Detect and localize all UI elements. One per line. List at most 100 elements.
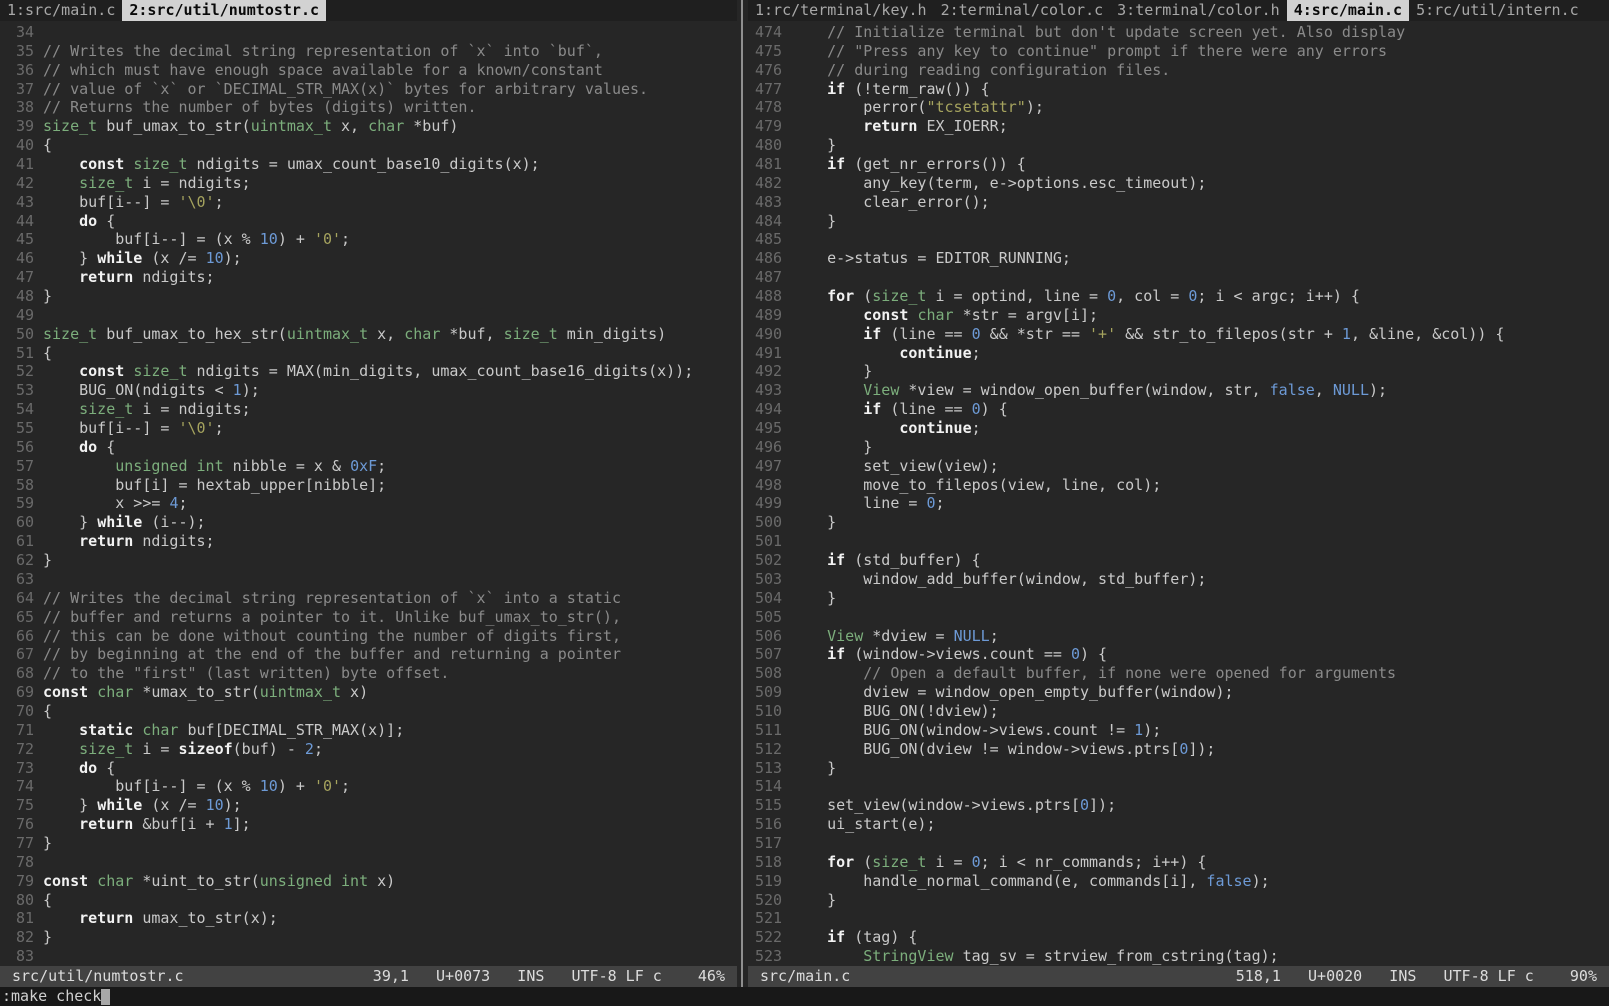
code-line[interactable]: 71 static char buf[DECIMAL_STR_MAX(x)]; [0,721,737,740]
code-line[interactable]: 45 buf[i--] = (x % 10) + '0'; [0,230,737,249]
code-line[interactable]: 498 move_to_filepos(view, line, col); [748,476,1609,495]
code-line[interactable]: 486 e->status = EDITOR_RUNNING; [748,249,1609,268]
code-line[interactable]: 513 } [748,759,1609,778]
code-line[interactable]: 81 return umax_to_str(x); [0,909,737,928]
code-line[interactable]: 488 for (size_t i = optind, line = 0, co… [748,287,1609,306]
code-line[interactable]: 523 StringView tag_sv = strview_from_cst… [748,947,1609,966]
code-line[interactable]: 507 if (window->views.count == 0) { [748,645,1609,664]
code-line[interactable]: 38// Returns the number of bytes (digits… [0,98,737,117]
left-editor-pane[interactable]: 3435// Writes the decimal string represe… [0,21,737,966]
code-line[interactable]: 511 BUG_ON(window->views.count != 1); [748,721,1609,740]
code-line[interactable]: 494 if (line == 0) { [748,400,1609,419]
code-line[interactable]: 474 // Initialize terminal but don't upd… [748,23,1609,42]
code-line[interactable]: 475 // "Press any key to continue" promp… [748,42,1609,61]
code-line[interactable]: 62} [0,551,737,570]
code-line[interactable]: 476 // during reading configuration file… [748,61,1609,80]
code-line[interactable]: 491 continue; [748,344,1609,363]
code-line[interactable]: 40{ [0,136,737,155]
code-line[interactable]: 74 buf[i--] = (x % 10) + '0'; [0,777,737,796]
code-line[interactable]: 53 BUG_ON(ndigits < 1); [0,381,737,400]
code-line[interactable]: 503 window_add_buffer(window, std_buffer… [748,570,1609,589]
code-line[interactable]: 504 } [748,589,1609,608]
code-line[interactable]: 59 x >>= 4; [0,494,737,513]
code-line[interactable]: 79const char *uint_to_str(unsigned int x… [0,872,737,891]
editor-tab-active[interactable]: 4:src/main.c [1287,0,1409,21]
code-line[interactable]: 65// buffer and returns a pointer to it.… [0,608,737,627]
code-line[interactable]: 501 [748,532,1609,551]
editor-tab[interactable]: 1:src/main.c [0,0,122,21]
code-line[interactable]: 64// Writes the decimal string represent… [0,589,737,608]
code-line[interactable]: 490 if (line == 0 && *str == '+' && str_… [748,325,1609,344]
code-line[interactable]: 69const char *umax_to_str(uintmax_t x) [0,683,737,702]
code-line[interactable]: 54 size_t i = ndigits; [0,400,737,419]
editor-tab[interactable]: 2:terminal/color.c [934,0,1111,21]
code-line[interactable]: 514 [748,777,1609,796]
code-line[interactable]: 39size_t buf_umax_to_str(uintmax_t x, ch… [0,117,737,136]
code-line[interactable]: 518 for (size_t i = 0; i < nr_commands; … [748,853,1609,872]
code-line[interactable]: 505 [748,608,1609,627]
editor-tab[interactable]: 1:rc/terminal/key.h [748,0,934,21]
editor-tab[interactable]: 5:rc/util/intern.c [1409,0,1586,21]
code-line[interactable]: 499 line = 0; [748,494,1609,513]
editor-tab-active[interactable]: 2:src/util/numtostr.c [122,0,326,21]
code-line[interactable]: 512 BUG_ON(dview != window->views.ptrs[0… [748,740,1609,759]
code-line[interactable]: 520 } [748,891,1609,910]
code-line[interactable]: 44 do { [0,212,737,231]
code-line[interactable]: 497 set_view(view); [748,457,1609,476]
code-line[interactable]: 496 } [748,438,1609,457]
code-line[interactable]: 37// value of `x` or `DECIMAL_STR_MAX(x)… [0,80,737,99]
code-line[interactable]: 502 if (std_buffer) { [748,551,1609,570]
code-line[interactable]: 72 size_t i = sizeof(buf) - 2; [0,740,737,759]
editor-tab[interactable]: 3:terminal/color.h [1110,0,1287,21]
code-line[interactable]: 521 [748,909,1609,928]
code-line[interactable]: 477 if (!term_raw()) { [748,80,1609,99]
code-line[interactable]: 517 [748,834,1609,853]
code-line[interactable]: 510 BUG_ON(!dview); [748,702,1609,721]
code-line[interactable]: 63 [0,570,737,589]
code-line[interactable]: 67// by beginning at the end of the buff… [0,645,737,664]
code-line[interactable]: 57 unsigned int nibble = x & 0xF; [0,457,737,476]
code-line[interactable]: 60 } while (i--); [0,513,737,532]
code-line[interactable]: 480 } [748,136,1609,155]
code-line[interactable]: 83 [0,947,737,966]
code-line[interactable]: 478 perror("tcsetattr"); [748,98,1609,117]
code-line[interactable]: 48} [0,287,737,306]
code-line[interactable]: 77} [0,834,737,853]
code-line[interactable]: 70{ [0,702,737,721]
code-line[interactable]: 35// Writes the decimal string represent… [0,42,737,61]
code-line[interactable]: 42 size_t i = ndigits; [0,174,737,193]
code-line[interactable]: 43 buf[i--] = '\0'; [0,193,737,212]
code-line[interactable]: 36// which must have enough space availa… [0,61,737,80]
code-line[interactable]: 515 set_view(window->views.ptrs[0]); [748,796,1609,815]
code-line[interactable]: 49 [0,306,737,325]
code-line[interactable]: 495 continue; [748,419,1609,438]
code-line[interactable]: 483 clear_error(); [748,193,1609,212]
code-line[interactable]: 487 [748,268,1609,287]
code-line[interactable]: 500 } [748,513,1609,532]
code-line[interactable]: 489 const char *str = argv[i]; [748,306,1609,325]
code-line[interactable]: 41 const size_t ndigits = umax_count_bas… [0,155,737,174]
code-line[interactable]: 509 dview = window_open_empty_buffer(win… [748,683,1609,702]
code-line[interactable]: 68// to the "first" (last written) byte … [0,664,737,683]
code-line[interactable]: 492 } [748,362,1609,381]
code-line[interactable]: 522 if (tag) { [748,928,1609,947]
right-editor-pane[interactable]: 474 // Initialize terminal but don't upd… [748,21,1609,966]
code-line[interactable]: 76 return &buf[i + 1]; [0,815,737,834]
code-line[interactable]: 508 // Open a default buffer, if none we… [748,664,1609,683]
code-line[interactable]: 47 return ndigits; [0,268,737,287]
code-line[interactable]: 479 return EX_IOERR; [748,117,1609,136]
code-line[interactable]: 46 } while (x /= 10); [0,249,737,268]
code-line[interactable]: 80{ [0,891,737,910]
code-line[interactable]: 481 if (get_nr_errors()) { [748,155,1609,174]
code-line[interactable]: 58 buf[i] = hextab_upper[nibble]; [0,476,737,495]
code-line[interactable]: 506 View *dview = NULL; [748,627,1609,646]
code-line[interactable]: 50size_t buf_umax_to_hex_str(uintmax_t x… [0,325,737,344]
code-line[interactable]: 66// this can be done without counting t… [0,627,737,646]
code-line[interactable]: 82} [0,928,737,947]
code-line[interactable]: 34 [0,23,737,42]
code-line[interactable]: 56 do { [0,438,737,457]
code-line[interactable]: 519 handle_normal_command(e, commands[i]… [748,872,1609,891]
code-line[interactable]: 484 } [748,212,1609,231]
code-line[interactable]: 52 const size_t ndigits = MAX(min_digits… [0,362,737,381]
code-line[interactable]: 75 } while (x /= 10); [0,796,737,815]
